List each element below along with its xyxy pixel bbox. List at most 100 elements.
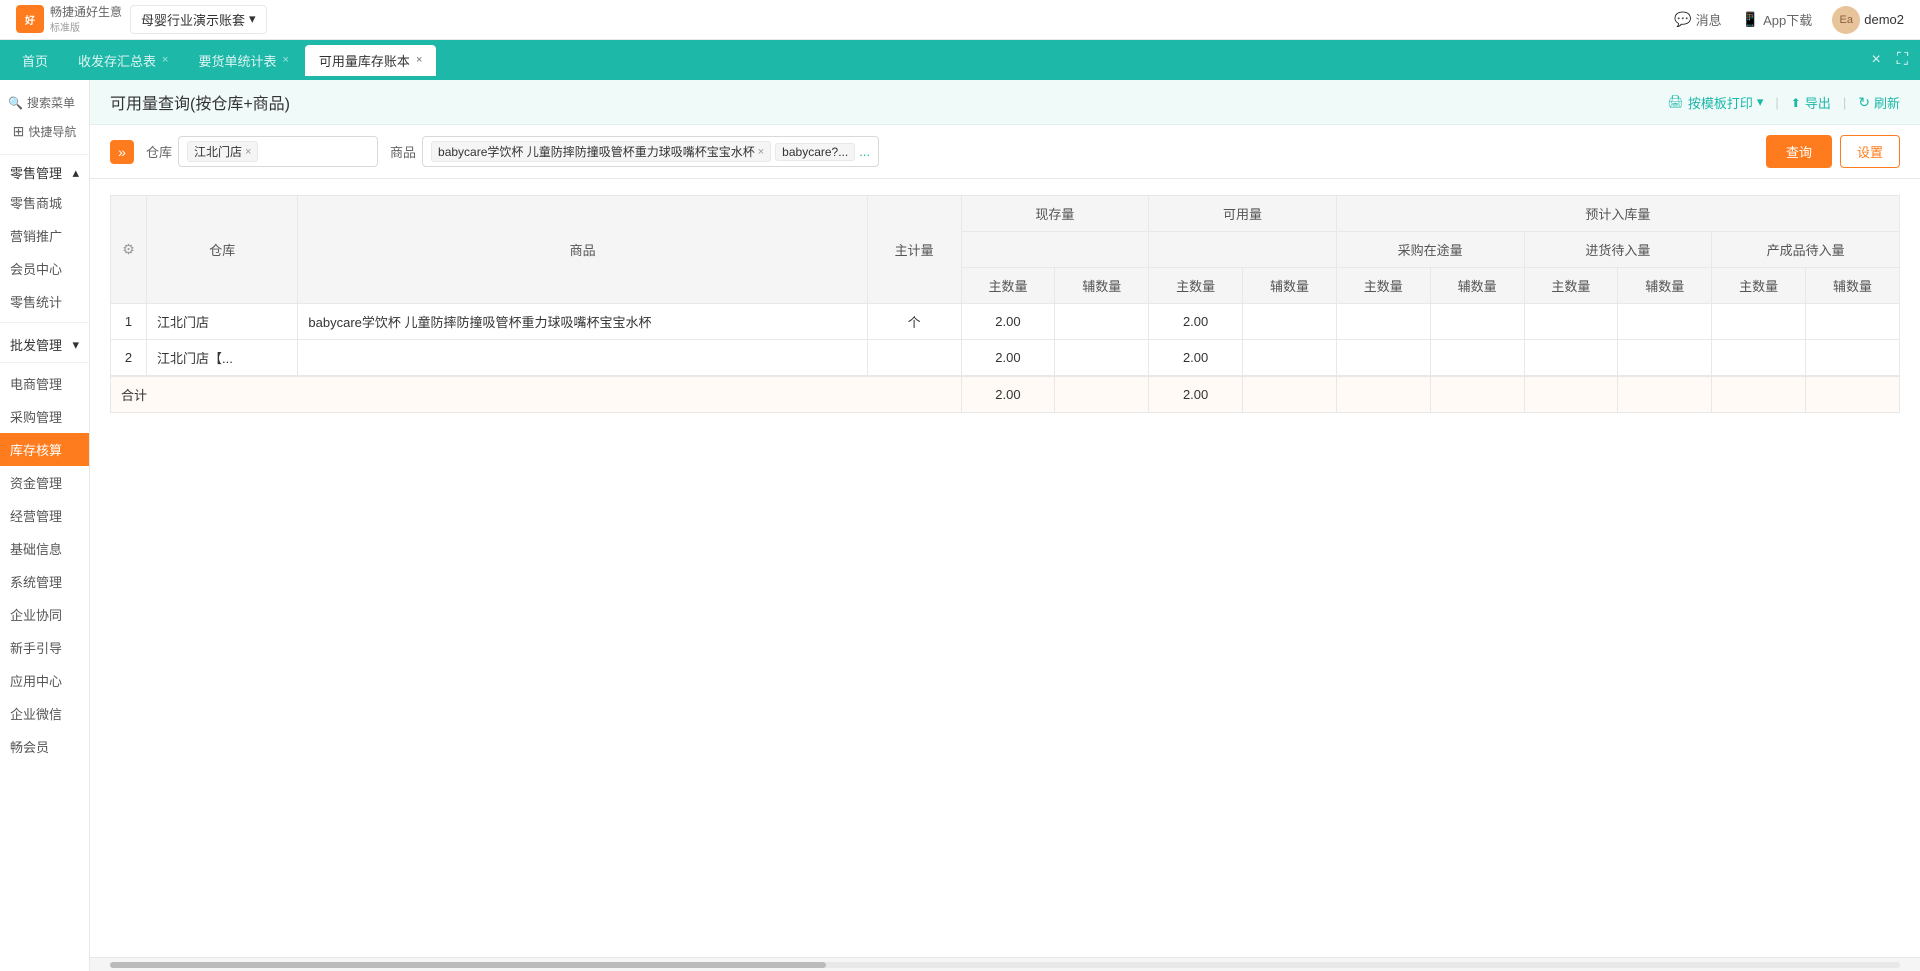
sidebar-item-enterprise[interactable]: 企业协同	[0, 598, 89, 631]
sidebar-item-marketing[interactable]: 营销推广	[0, 219, 89, 252]
print-icon	[1667, 94, 1684, 110]
sidebar-item-purchase[interactable]: 采购管理	[0, 400, 89, 433]
row-stock-main: 2.00	[961, 340, 1055, 377]
sidebar-quick-nav[interactable]: 快捷导航	[0, 117, 89, 146]
row-purchase-transit-main	[1336, 304, 1430, 340]
sidebar-item-system[interactable]: 系统管理	[0, 565, 89, 598]
main-layout: 搜索菜单 快捷导航 零售管理 ▴ 零售商城 营销推广 会员中心 零售统计 批发管…	[0, 80, 1920, 971]
col-stock-sub-header2: 辅数量	[1055, 268, 1149, 304]
separator-1: |	[1775, 95, 1778, 110]
horizontal-scrollbar[interactable]	[90, 957, 1920, 971]
table-area: ⚙ 仓库 商品 主计量 现存量 可用量 预计入库量 采购在途量 进货待入量	[90, 179, 1920, 957]
tab-available-stock[interactable]: 可用量库存账本 ×	[305, 45, 436, 76]
sidebar-item-retail-mall[interactable]: 零售商城	[0, 186, 89, 219]
username: demo2	[1864, 12, 1904, 27]
tab-order-stat[interactable]: 要货单统计表 ×	[184, 45, 302, 76]
refresh-label: 刷新	[1874, 93, 1900, 112]
tab-home-label: 首页	[22, 51, 48, 70]
refresh-button[interactable]: 刷新	[1858, 93, 1900, 112]
col-unit-header: 主计量	[867, 196, 961, 304]
sidebar-item-inventory[interactable]: 库存核算	[0, 433, 89, 466]
sidebar-item-member[interactable]: 畅会员	[0, 730, 89, 763]
filter-expand-button[interactable]: »	[110, 140, 134, 164]
sidebar-item-basic[interactable]: 基础信息	[0, 532, 89, 565]
app-label: App下载	[1763, 10, 1812, 29]
row-stock-sub	[1055, 304, 1149, 340]
tab-home[interactable]: 首页	[8, 45, 62, 76]
goods-tag-1-close[interactable]: ×	[758, 146, 764, 158]
query-button[interactable]: 查询	[1766, 135, 1832, 168]
fullscreen-button[interactable]: ⛶	[1893, 47, 1912, 73]
tab-recv-send[interactable]: 收发存汇总表 ×	[64, 45, 182, 76]
divider-1	[0, 322, 89, 323]
export-label: 导出	[1805, 93, 1831, 112]
page-header: 可用量查询(按仓库+商品) 按模板打印 ▾ | 导出 | 刷新	[90, 80, 1920, 125]
row-finished-pending-sub	[1806, 304, 1900, 340]
warehouse-tag-label: 江北门店	[194, 143, 242, 160]
sidebar-item-wechat[interactable]: 企业微信	[0, 697, 89, 730]
sidebar-item-operations[interactable]: 经营管理	[0, 499, 89, 532]
sidebar-item-member-center[interactable]: 会员中心	[0, 252, 89, 285]
export-button[interactable]: 导出	[1791, 93, 1831, 112]
tab-order-stat-label: 要货单统计表	[198, 51, 276, 70]
chevron-down-icon: ▾	[249, 11, 256, 27]
col-finished-pending-sub-header: 辅数量	[1806, 268, 1900, 304]
warehouse-filter-group: 仓库 江北门店 ×	[146, 136, 378, 167]
sidebar-item-newguide[interactable]: 新手引导	[0, 631, 89, 664]
footer-fp-main	[1712, 376, 1806, 413]
row-purchase-transit-sub	[1430, 340, 1524, 377]
col-incoming-pending-header: 进货待入量	[1524, 232, 1712, 268]
app-download-action[interactable]: App下载	[1742, 10, 1813, 29]
sidebar-search[interactable]: 搜索菜单	[0, 88, 89, 117]
col-goods-header: 商品	[298, 196, 867, 304]
industry-selector[interactable]: 母婴行业演示账套 ▾	[130, 5, 267, 34]
goods-tag-input[interactable]: babycare学饮杯 儿童防摔防撞吸管杯重力球吸嘴杯宝宝水杯 × babyca…	[422, 136, 879, 167]
goods-filter-more[interactable]: ...	[859, 144, 870, 159]
row-stock-sub	[1055, 340, 1149, 377]
user-area[interactable]: Ea demo2	[1832, 6, 1904, 34]
topbar-right: 消息 App下载 Ea demo2	[1674, 6, 1904, 34]
chevron-up-icon: ▴	[72, 165, 79, 181]
close-all-tabs-button[interactable]: ×	[1867, 47, 1884, 73]
print-chevron: ▾	[1757, 94, 1764, 110]
refresh-icon	[1858, 94, 1870, 111]
tab-recv-send-close[interactable]: ×	[162, 54, 168, 66]
col-finished-pending-header: 产成品待入量	[1712, 232, 1900, 268]
sidebar-section-retail[interactable]: 零售管理 ▴	[0, 155, 89, 186]
sidebar-wholesale-label: 批发管理	[10, 335, 62, 354]
warehouse-tag-close[interactable]: ×	[245, 146, 251, 158]
col-projected-header: 预计入库量	[1336, 196, 1899, 232]
footer-ip-main	[1524, 376, 1618, 413]
footer-ip-sub	[1618, 376, 1712, 413]
tab-available-stock-close[interactable]: ×	[416, 54, 422, 66]
goods-label: 商品	[390, 142, 416, 161]
message-icon	[1674, 11, 1691, 28]
col-available-header: 可用量	[1149, 196, 1337, 232]
settings-button[interactable]: 设置	[1840, 135, 1900, 168]
print-button[interactable]: 按模板打印 ▾	[1667, 93, 1763, 112]
sidebar-item-ecommerce[interactable]: 电商管理	[0, 367, 89, 400]
sidebar-item-retail-stat[interactable]: 零售统计	[0, 285, 89, 318]
industry-name: 母婴行业演示账套	[141, 10, 245, 29]
warehouse-tag-input[interactable]: 江北门店 ×	[178, 136, 378, 167]
col-finished-pending-main-header: 主数量	[1712, 268, 1806, 304]
warehouse-tag-jiangbei: 江北门店 ×	[187, 141, 258, 162]
col-purchase-transit-main-header: 主数量	[1336, 268, 1430, 304]
row-finished-pending-main	[1712, 340, 1806, 377]
sidebar-item-appcenter[interactable]: 应用中心	[0, 664, 89, 697]
sidebar-section-wholesale[interactable]: 批发管理 ▾	[0, 327, 89, 358]
tab-available-stock-label: 可用量库存账本	[319, 51, 410, 70]
page-actions: 按模板打印 ▾ | 导出 | 刷新	[1667, 93, 1900, 112]
chevron-down-icon-2: ▾	[72, 337, 79, 353]
sidebar-item-finance[interactable]: 资金管理	[0, 466, 89, 499]
avatar: Ea	[1832, 6, 1860, 34]
row-warehouse: 江北门店	[147, 304, 298, 340]
sidebar: 搜索菜单 快捷导航 零售管理 ▴ 零售商城 营销推广 会员中心 零售统计 批发管…	[0, 80, 90, 971]
row-seq: 1	[111, 304, 147, 340]
filter-actions: 查询 设置	[1766, 135, 1900, 168]
row-stock-main: 2.00	[961, 304, 1055, 340]
message-action[interactable]: 消息	[1674, 10, 1721, 29]
settings-gear-icon[interactable]: ⚙	[122, 241, 135, 257]
logo-text: 畅捷通好生意	[50, 5, 122, 19]
tab-order-stat-close[interactable]: ×	[282, 54, 288, 66]
